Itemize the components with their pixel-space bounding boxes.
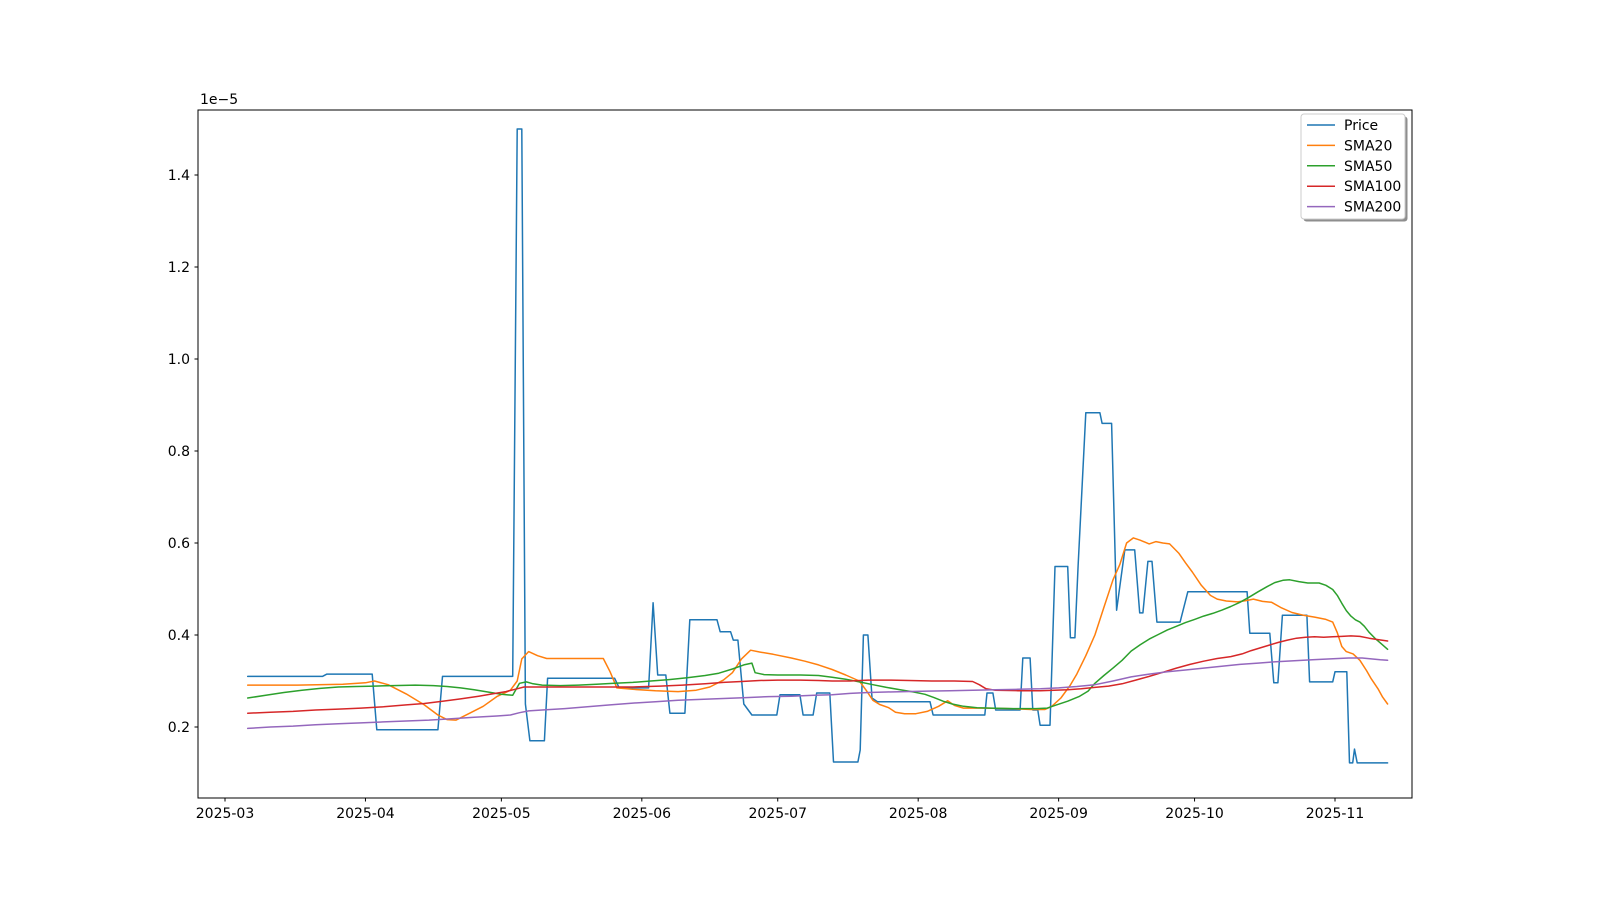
- legend-label: SMA200: [1344, 200, 1401, 216]
- y-tick-label: 1.4: [168, 168, 190, 184]
- x-tick-label: 2025-06: [613, 806, 672, 822]
- chart-canvas: 1e−5 2025-03 2025-04 2025-05 2025-06 2025-07 2…: [168, 92, 1413, 822]
- y-axis-offset-label: 1e−5: [200, 92, 238, 108]
- legend-label: Price: [1344, 118, 1378, 134]
- legend-label: SMA50: [1344, 159, 1392, 175]
- x-tick-label: 2025-09: [1029, 806, 1088, 822]
- y-tick-label: 0.6: [168, 536, 190, 552]
- figure: 1e−5 2025-03 2025-04 2025-05 2025-06 2025-07 2…: [0, 0, 1600, 900]
- y-tick-label: 0.8: [168, 444, 190, 460]
- legend: Price SMA20 SMA50 SMA100 SMA200: [1300, 113, 1408, 222]
- legend-label: SMA100: [1344, 179, 1401, 195]
- x-tick-label: 2025-08: [889, 806, 948, 822]
- y-tick-label: 0.2: [168, 720, 190, 736]
- x-tick-label: 2025-07: [748, 806, 807, 822]
- x-tick-label: 2025-04: [336, 806, 395, 822]
- y-tick-label: 1.0: [168, 352, 190, 368]
- y-tick-label: 0.4: [168, 628, 190, 644]
- legend-label: SMA20: [1344, 138, 1392, 154]
- x-tick-label: 2025-03: [196, 806, 255, 822]
- x-tick-label: 2025-10: [1165, 806, 1224, 822]
- x-tick-label: 2025-05: [472, 806, 531, 822]
- y-tick-label: 1.2: [168, 260, 190, 276]
- x-tick-label: 2025-11: [1306, 806, 1365, 822]
- plot-border: [197, 109, 1413, 799]
